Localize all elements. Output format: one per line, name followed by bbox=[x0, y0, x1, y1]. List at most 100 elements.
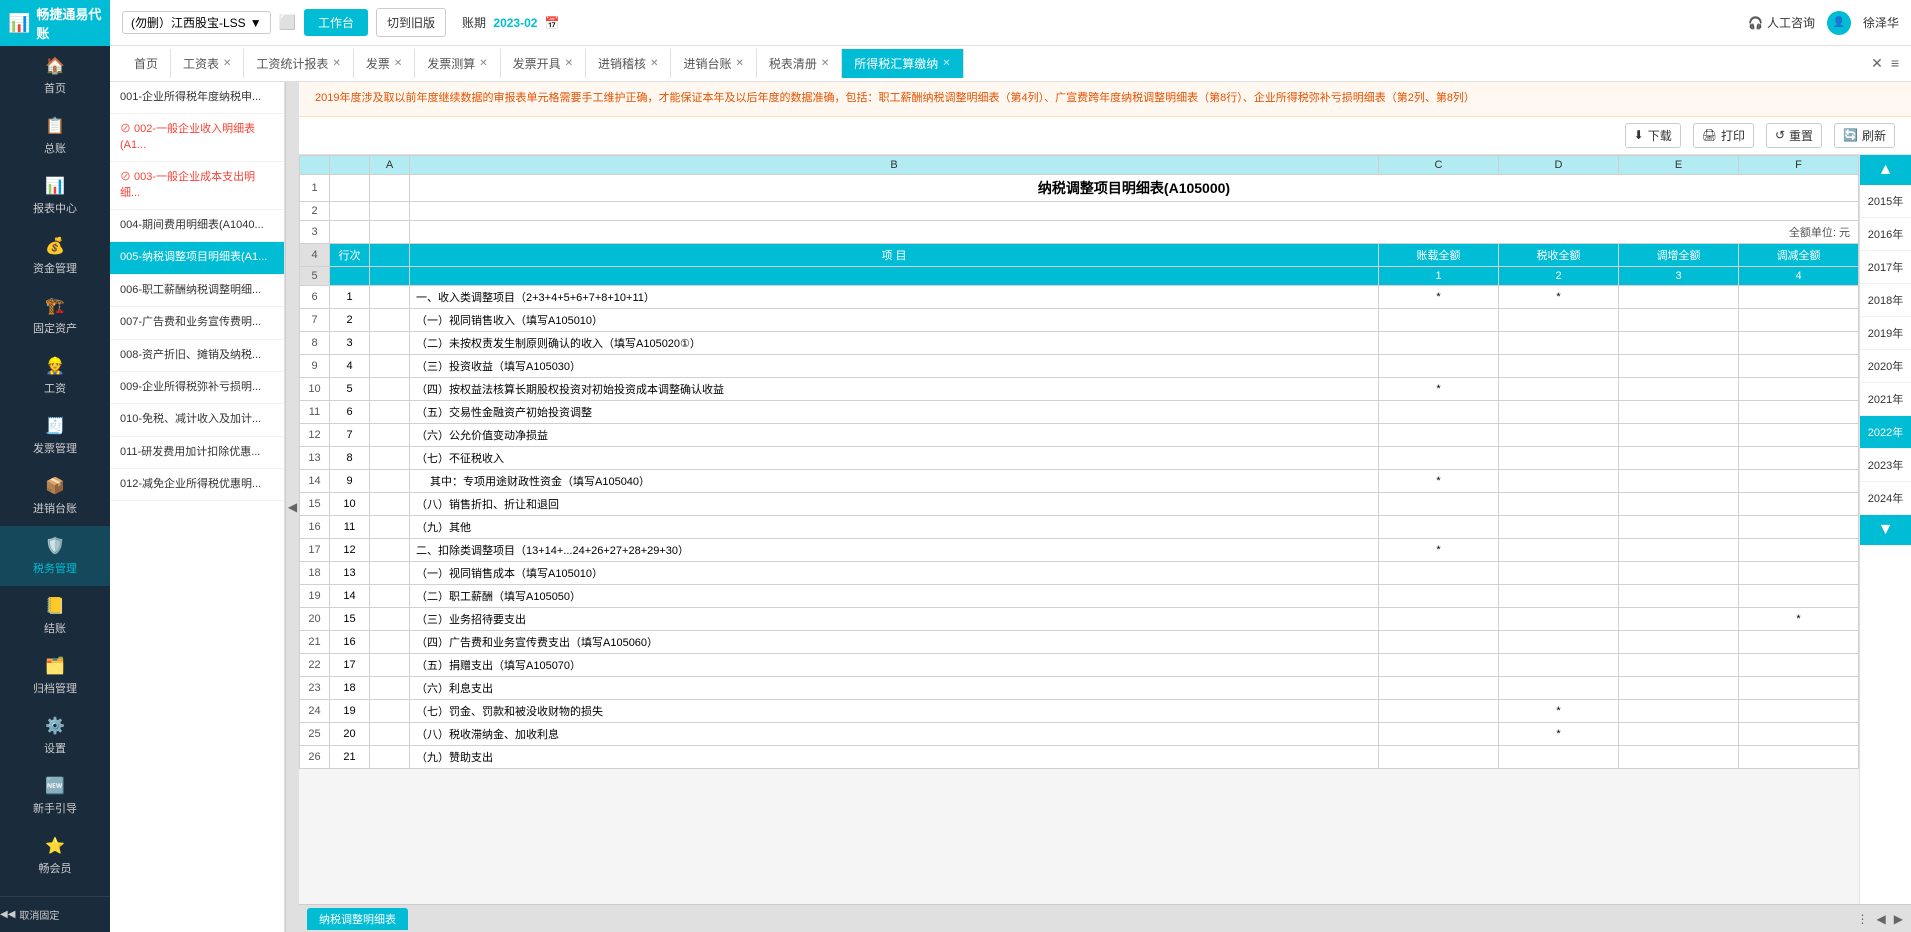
main-area: (勿删）江西股宝-LSS ▼ ⬜ 工作台 切到旧版 账期 2023-02 📅 🎧… bbox=[110, 0, 1911, 932]
topbar-right: 🎧 人工咨询 👤 徐泽华 bbox=[1748, 11, 1899, 35]
headset-icon: 🎧 bbox=[1748, 16, 1763, 30]
tab-close-purchase-ledger[interactable]: ✕ bbox=[735, 58, 743, 69]
refresh-button[interactable]: 🔄 刷新 bbox=[1834, 123, 1895, 148]
company-selector[interactable]: (勿删）江西股宝-LSS ▼ bbox=[122, 11, 271, 34]
scroll-info-icon: ⋮ bbox=[1857, 912, 1869, 926]
sidebar: 📊 畅捷通易代账 🏠 首页 📋 总账 📊 报表中心 💰 资金管理 🏗️ 固定资产… bbox=[0, 0, 110, 932]
sidebar-item-vip[interactable]: ⭐ 畅会员 bbox=[0, 826, 110, 886]
year-2018[interactable]: 2018年 bbox=[1860, 284, 1911, 317]
sidebar-item-archive[interactable]: 🗂️ 归档管理 bbox=[0, 646, 110, 706]
scroll-left-icon[interactable]: ◀ bbox=[1877, 912, 1886, 926]
tab-close-tax-list[interactable]: ✕ bbox=[821, 58, 829, 69]
table-row: 15 10 （八）销售折扣、折让和退回 bbox=[300, 492, 1859, 515]
year-nav-up[interactable]: ▲ bbox=[1860, 155, 1911, 185]
left-item-005[interactable]: 005-纳税调整项目明细表(A1... bbox=[110, 242, 284, 274]
purchase-sales-icon: 📦 bbox=[45, 476, 65, 496]
print-button[interactable]: 🖨 打印 bbox=[1693, 123, 1754, 148]
year-2016[interactable]: 2016年 bbox=[1860, 218, 1911, 251]
tab-close-payroll-report[interactable]: ✕ bbox=[332, 58, 340, 69]
tab-close-invoice-calc[interactable]: ✕ bbox=[479, 58, 487, 69]
tab-purchase-ledger[interactable]: 进销台账 ✕ bbox=[671, 49, 756, 78]
tab-invoice[interactable]: 发票 ✕ bbox=[354, 49, 415, 78]
tab-tax-list[interactable]: 税表清册 ✕ bbox=[757, 49, 842, 78]
table-subheader-row: 5 1 2 3 4 bbox=[300, 266, 1859, 285]
unpin-button[interactable]: ◀◀ 取消固定 bbox=[0, 897, 110, 932]
switch-old-button[interactable]: 切到旧版 bbox=[376, 8, 446, 37]
table-row: 10 5 （四）按权益法核算长期股权投资对初始投资成本调整确认收益 * bbox=[300, 377, 1859, 400]
tab-purchase-audit[interactable]: 进销稽核 ✕ bbox=[586, 49, 671, 78]
tab-close-income-tax[interactable]: ✕ bbox=[942, 58, 950, 69]
sidebar-item-closing[interactable]: 📒 结账 bbox=[0, 586, 110, 646]
bottom-tab-item[interactable]: 纳税调整明细表 bbox=[307, 908, 408, 930]
year-2021[interactable]: 2021年 bbox=[1860, 383, 1911, 416]
tab-payroll[interactable]: 工资表 ✕ bbox=[171, 49, 244, 78]
tab-close-purchase-audit[interactable]: ✕ bbox=[650, 58, 658, 69]
reset-button[interactable]: ↺ 重置 bbox=[1766, 123, 1822, 148]
sidebar-label-vip: 畅会员 bbox=[39, 860, 72, 876]
year-nav-down[interactable]: ▼ bbox=[1860, 515, 1911, 545]
left-item-007[interactable]: 007-广告费和业务宣传费明... bbox=[110, 307, 284, 339]
year-2019[interactable]: 2019年 bbox=[1860, 317, 1911, 350]
year-2015[interactable]: 2015年 bbox=[1860, 185, 1911, 218]
sidebar-item-funds[interactable]: 💰 资金管理 bbox=[0, 226, 110, 286]
left-item-011[interactable]: 011-研发费用加计扣除优惠... bbox=[110, 437, 284, 469]
reset-icon: ↺ bbox=[1775, 128, 1785, 142]
year-2024[interactable]: 2024年 bbox=[1860, 482, 1911, 515]
sidebar-item-reports[interactable]: 📊 报表中心 bbox=[0, 166, 110, 226]
left-item-012[interactable]: 012-减免企业所得税优惠明... bbox=[110, 469, 284, 501]
left-item-009[interactable]: 009-企业所得税弥补亏损明... bbox=[110, 372, 284, 404]
more-icon[interactable]: ≡ bbox=[1891, 55, 1899, 72]
table-header-row: 4 行次 项 目 账载全额 税收全额 调增全额 调减全额 bbox=[300, 243, 1859, 266]
table-row: 22 17 （五）捐赠支出（填写A105070） bbox=[300, 653, 1859, 676]
left-item-001[interactable]: 001-企业所得税年度纳税申... bbox=[110, 82, 284, 114]
left-item-003[interactable]: ⊘ 003-一般企业成本支出明细... bbox=[110, 162, 284, 210]
sidebar-item-settings[interactable]: ⚙️ 设置 bbox=[0, 706, 110, 766]
left-item-010[interactable]: 010-免税、减计收入及加计... bbox=[110, 404, 284, 436]
sidebar-item-tax[interactable]: 🛡️ 税务管理 bbox=[0, 526, 110, 586]
tab-close-payroll[interactable]: ✕ bbox=[223, 58, 231, 69]
left-item-002[interactable]: ⊘ 002-一般企业收入明细表(A1... bbox=[110, 114, 284, 162]
sidebar-label-settings: 设置 bbox=[44, 740, 66, 756]
calendar-icon[interactable]: 📅 bbox=[545, 16, 560, 30]
sidebar-item-payroll[interactable]: 👷 工资 bbox=[0, 346, 110, 406]
sidebar-label-ledger: 总账 bbox=[44, 140, 66, 156]
download-button[interactable]: ⬇ 下载 bbox=[1625, 123, 1681, 148]
tab-invoice-issue[interactable]: 发票开具 ✕ bbox=[501, 49, 586, 78]
sidebar-item-ledger[interactable]: 📋 总账 bbox=[0, 106, 110, 166]
table-row: 6 1 一、收入类调整项目（2+3+4+5+6+7+8+10+11） * * bbox=[300, 285, 1859, 308]
tab-payroll-report[interactable]: 工资统计报表 ✕ bbox=[244, 49, 353, 78]
left-item-008[interactable]: 008-资产折旧、摊销及纳税... bbox=[110, 340, 284, 372]
tab-close-invoice[interactable]: ✕ bbox=[394, 58, 402, 69]
sidebar-item-invoice[interactable]: 🧾 发票管理 bbox=[0, 406, 110, 466]
scroll-right-icon[interactable]: ▶ bbox=[1894, 912, 1903, 926]
year-2023[interactable]: 2023年 bbox=[1860, 449, 1911, 482]
tab-home[interactable]: 首页 bbox=[122, 49, 171, 78]
table-row: 3 全额单位: 元 bbox=[300, 220, 1859, 243]
left-item-006[interactable]: 006-职工薪酬纳税调整明细... bbox=[110, 275, 284, 307]
spreadsheet-title: 纳税调整项目明细表(A105000) bbox=[410, 174, 1859, 201]
sidebar-item-guide[interactable]: 🆕 新手引导 bbox=[0, 766, 110, 826]
year-2020[interactable]: 2020年 bbox=[1860, 350, 1911, 383]
period-label: 账期 2023-02 📅 bbox=[462, 14, 560, 31]
tab-close-invoice-issue[interactable]: ✕ bbox=[565, 58, 573, 69]
left-item-004[interactable]: 004-期间费用明细表(A1040... bbox=[110, 210, 284, 242]
year-2022[interactable]: 2022年 bbox=[1860, 416, 1911, 449]
year-2017[interactable]: 2017年 bbox=[1860, 251, 1911, 284]
tab-invoice-calc[interactable]: 发票测算 ✕ bbox=[415, 49, 500, 78]
sidebar-item-home[interactable]: 🏠 首页 bbox=[0, 46, 110, 106]
sidebar-item-assets[interactable]: 🏗️ 固定资产 bbox=[0, 286, 110, 346]
customer-service-button[interactable]: 🎧 人工咨询 bbox=[1748, 14, 1815, 31]
close-all-icon[interactable]: ✕ bbox=[1871, 55, 1883, 72]
sidebar-item-purchase-sales[interactable]: 📦 进销台账 bbox=[0, 466, 110, 526]
print-icon: 🖨 bbox=[1702, 128, 1717, 142]
logo-text: 畅捷通易代账 bbox=[36, 4, 102, 42]
panel-collapse-handle[interactable]: ◀ bbox=[285, 82, 299, 932]
warning-text: 2019年度涉及取以前年度继续数据的审报表单元格需要手工维护正确，才能保证本年及… bbox=[315, 92, 1475, 104]
th-colc: C bbox=[1379, 155, 1499, 174]
copy-icon[interactable]: ⬜ bbox=[279, 14, 296, 31]
workbench-button[interactable]: 工作台 bbox=[304, 9, 368, 36]
sidebar-label-reports: 报表中心 bbox=[33, 200, 77, 216]
col-header-3: 调增全额 bbox=[1619, 243, 1739, 266]
sidebar-label-assets: 固定资产 bbox=[33, 320, 77, 336]
tab-income-tax[interactable]: 所得税汇算缴纳 ✕ bbox=[842, 49, 963, 78]
